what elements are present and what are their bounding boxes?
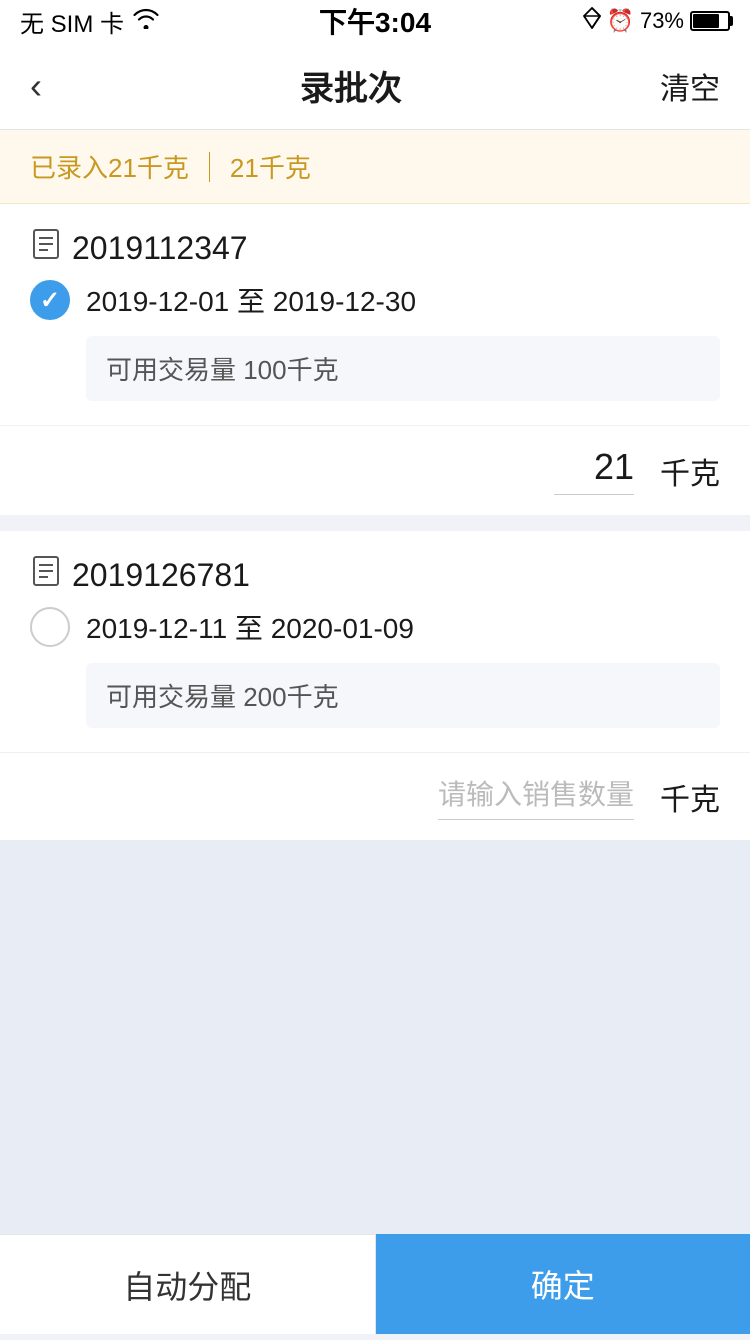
batch2-input-wrapper: 请输入销售数量 — [438, 773, 634, 820]
empty-area — [0, 840, 750, 1240]
batch-item-1[interactable]: 2019112347 2019-12-01 至 2019-12-30 可用交易量… — [0, 204, 750, 425]
batch1-avail: 可用交易量 100千克 — [86, 336, 720, 401]
batch1-id: 2019112347 — [72, 230, 248, 267]
auto-distribute-button[interactable]: 自动分配 — [0, 1234, 376, 1334]
batch2-date-row: 2019-12-11 至 2020-01-09 — [30, 607, 720, 647]
batch-card-2: 2019126781 2019-12-11 至 2020-01-09 可用交易量… — [0, 531, 750, 840]
status-right: ⏰ 73% — [583, 7, 730, 35]
batch2-date: 2019-12-11 至 2020-01-09 — [86, 607, 414, 647]
batch1-quantity-row: 21 千克 — [0, 425, 750, 515]
batch1-date-row: 2019-12-01 至 2019-12-30 — [30, 280, 720, 320]
batch1-unit: 千克 — [660, 449, 720, 493]
bottom-bar: 自动分配 确定 — [0, 1234, 750, 1334]
confirm-button[interactable]: 确定 — [376, 1234, 750, 1334]
nav-title: 录批次 — [300, 61, 402, 110]
status-left: 无 SIM 卡 — [20, 4, 160, 39]
recorded-label: 已录入21千克 — [30, 148, 189, 185]
batch1-input-wrapper: 21 — [554, 446, 634, 495]
batch-card-1: 2019112347 2019-12-01 至 2019-12-30 可用交易量… — [0, 204, 750, 515]
recorded-value: 21千克 — [230, 148, 311, 185]
batch1-radio[interactable] — [30, 280, 70, 320]
clear-button[interactable]: 清空 — [660, 64, 720, 108]
batch2-quantity-row: 请输入销售数量 千克 — [0, 752, 750, 840]
batch2-radio[interactable] — [30, 607, 70, 647]
batch1-id-row: 2019112347 — [30, 228, 720, 268]
wifi-icon — [132, 7, 160, 36]
section-divider — [0, 515, 750, 531]
batch1-quantity-value[interactable]: 21 — [594, 446, 634, 488]
alarm-icon: ⏰ — [607, 8, 634, 34]
battery-icon — [690, 8, 730, 34]
battery-percent: 73% — [640, 8, 684, 34]
batch2-id-icon — [30, 555, 62, 595]
no-sim-text: 无 SIM 卡 — [20, 4, 124, 39]
nav-bar: ‹ 录批次 清空 — [0, 42, 750, 130]
batch2-unit: 千克 — [660, 775, 720, 819]
page-content: 已录入21千克 21千克 2019112347 — [0, 130, 750, 1340]
batch2-avail: 可用交易量 200千克 — [86, 663, 720, 728]
batch1-id-icon — [30, 228, 62, 268]
batch1-date: 2019-12-01 至 2019-12-30 — [86, 280, 416, 320]
info-bar: 已录入21千克 21千克 — [0, 130, 750, 204]
status-bar: 无 SIM 卡 下午3:04 ⏰ 73% — [0, 0, 750, 42]
status-time: 下午3:04 — [319, 1, 431, 41]
batch2-quantity-placeholder[interactable]: 请输入销售数量 — [438, 773, 634, 813]
info-divider — [209, 152, 210, 182]
location-icon — [583, 7, 601, 35]
batch2-id: 2019126781 — [72, 557, 250, 594]
back-button[interactable]: ‹ — [30, 65, 42, 107]
batch2-id-row: 2019126781 — [30, 555, 720, 595]
batch-item-2[interactable]: 2019126781 2019-12-11 至 2020-01-09 可用交易量… — [0, 531, 750, 752]
